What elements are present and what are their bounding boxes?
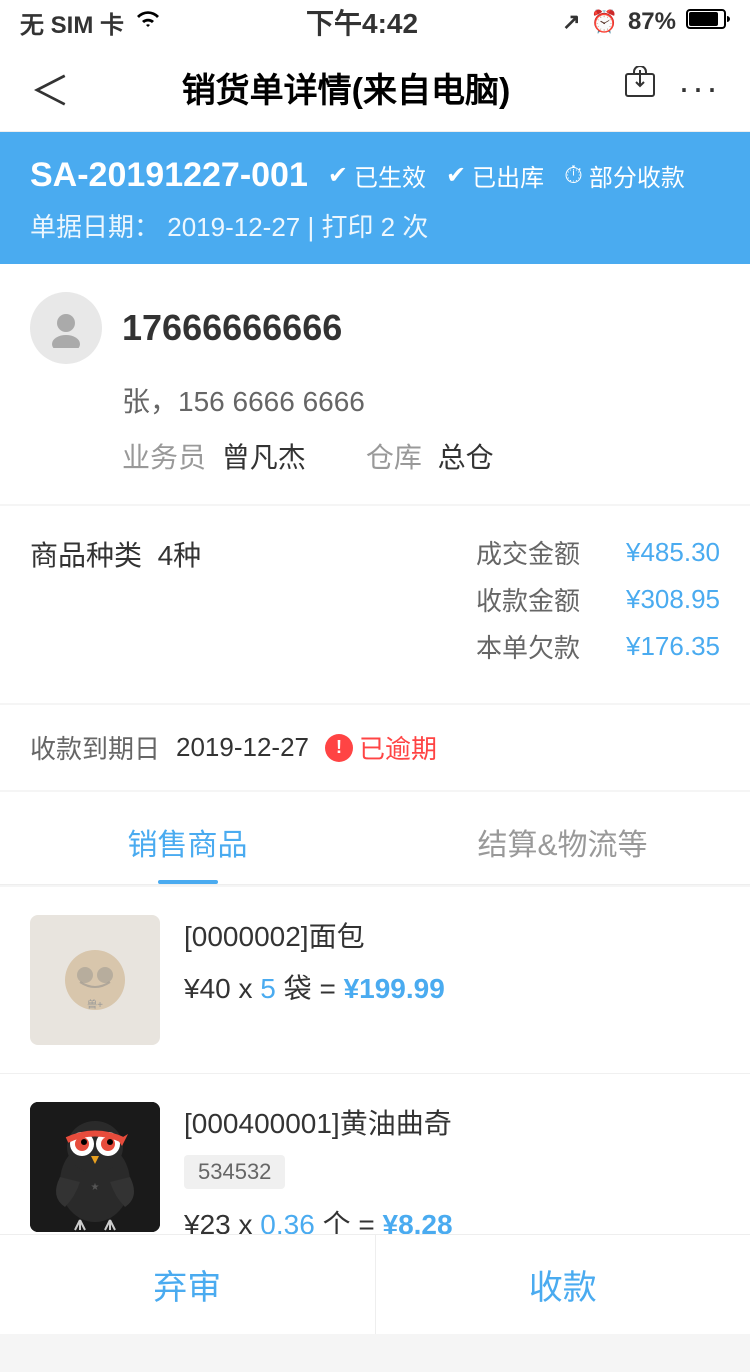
overdue-text: 已逾期 (359, 729, 437, 766)
order-header: SA-20191227-001 ✔ 已生效 ✔ 已出库 ⏱ 部分收款 单据日期：… (0, 132, 750, 264)
sales-person: 曾凡杰 (222, 442, 306, 473)
received-row: 收款金额 ¥308.95 (476, 581, 720, 618)
product-item: 兽+ [0000002]面包 ¥40 x 5 袋 = ¥199.99 (0, 887, 750, 1074)
warehouse-value: 总仓 (438, 442, 494, 473)
sales-info: 业务员 曾凡杰 (122, 436, 306, 476)
received-label: 收款金额 (476, 581, 580, 618)
badge-partial-payment: ⏱ 部分收款 (564, 158, 685, 193)
product-qty-1: 5 (260, 973, 276, 1004)
due-date-label: 收款到期日 (30, 729, 160, 766)
bottom-bar: 弃审 收款 (0, 1234, 750, 1334)
share-icon[interactable] (622, 66, 658, 110)
badge-shipped: ✔ 已出库 (446, 158, 544, 193)
tab-settlement[interactable]: 结算&物流等 (375, 792, 750, 884)
financial-stats: 成交金额 ¥485.30 收款金额 ¥308.95 本单欠款 ¥176.35 (476, 534, 720, 675)
stats-section: 商品种类 4种 成交金额 ¥485.30 收款金额 ¥308.95 本单欠款 ¥… (0, 506, 750, 703)
alarm-icon: ⏰ (591, 9, 618, 35)
status-left: 无 SIM 卡 (20, 5, 162, 40)
product-name-1: [0000002]面包 (184, 915, 720, 955)
tabs-section: 销售商品 结算&物流等 (0, 792, 750, 885)
product-name-2: [000400001]黄油曲奇 (184, 1102, 720, 1142)
trading-amount-label: 成交金额 (476, 534, 580, 571)
confirm-payment-button[interactable]: 收款 (376, 1235, 750, 1334)
due-date-value: 2019-12-27 (176, 732, 309, 763)
order-id-row: SA-20191227-001 ✔ 已生效 ✔ 已出库 ⏱ 部分收款 (30, 156, 720, 195)
svg-text:★: ★ (91, 1182, 100, 1193)
product-type-label: 商品种类 (30, 540, 142, 571)
debt-value: ¥176.35 (600, 631, 720, 662)
product-type-value: 4种 (158, 540, 202, 571)
product-thumbnail-2: ★ (30, 1102, 160, 1232)
received-value: ¥308.95 (600, 584, 720, 615)
order-date-row: 单据日期： 2019-12-27 | 打印 2 次 (30, 207, 720, 244)
cancel-review-button[interactable]: 弃审 (0, 1235, 376, 1334)
status-right: ↗ ⏰ 87% (562, 8, 730, 37)
back-button[interactable]: ＜ (30, 59, 70, 117)
carrier-text: 无 SIM 卡 (20, 5, 124, 40)
overdue-badge: ! 已逾期 (325, 729, 437, 766)
check-icon-1: ✔ (328, 161, 348, 190)
customer-phone: 17666666666 (122, 307, 342, 349)
warehouse-label: 仓库 (366, 442, 422, 473)
product-tag-2: 534532 (184, 1155, 285, 1189)
product-total-1: ¥199.99 (344, 973, 445, 1004)
nav-bar: ＜ 销货单详情(来自电脑) ··· (0, 44, 750, 132)
customer-section: 17666666666 张，156 6666 6666 业务员 曾凡杰 仓库 总… (0, 264, 750, 504)
debt-label: 本单欠款 (476, 628, 580, 665)
clock-icon: ⏱ (564, 162, 583, 190)
product-type: 商品种类 4种 (30, 534, 201, 574)
location-icon: ↗ (562, 9, 580, 35)
customer-detail: 张，156 6666 6666 (30, 380, 720, 420)
battery-text: 87% (628, 8, 676, 36)
tab-products[interactable]: 销售商品 (0, 792, 375, 884)
trading-amount-value: ¥485.30 (600, 537, 720, 568)
badge-effective: ✔ 已生效 (328, 158, 426, 193)
debt-row: 本单欠款 ¥176.35 (476, 628, 720, 665)
warehouse-info: 仓库 总仓 (366, 436, 494, 476)
status-time: 下午4:42 (306, 2, 418, 42)
battery-icon (686, 8, 730, 37)
product-info-2: [000400001]黄油曲奇 534532 ¥23 x 0.36 个 = ¥8… (184, 1102, 720, 1243)
status-bar: 无 SIM 卡 下午4:42 ↗ ⏰ 87% (0, 0, 750, 44)
order-id: SA-20191227-001 (30, 156, 308, 195)
customer-meta: 业务员 曾凡杰 仓库 总仓 (30, 436, 720, 476)
nav-actions: ··· (622, 66, 720, 110)
trading-amount-row: 成交金额 ¥485.30 (476, 534, 720, 571)
more-icon[interactable]: ··· (678, 67, 720, 109)
overdue-icon: ! (325, 734, 353, 762)
product-info-1: [0000002]面包 ¥40 x 5 袋 = ¥199.99 (184, 915, 720, 1007)
product-price-1: ¥40 x 5 袋 = ¥199.99 (184, 967, 720, 1007)
svg-text:兽+: 兽+ (87, 998, 103, 1011)
avatar (30, 292, 102, 364)
product-thumbnail-1: 兽+ (30, 915, 160, 1045)
customer-row: 17666666666 (30, 292, 720, 364)
page-title: 销货单详情(来自电脑) (182, 63, 511, 112)
sales-label: 业务员 (122, 442, 206, 473)
wifi-icon (134, 8, 162, 36)
products-list: 兽+ [0000002]面包 ¥40 x 5 袋 = ¥199.99 (0, 887, 750, 1272)
check-icon-2: ✔ (446, 161, 466, 190)
due-date-section: 收款到期日 2019-12-27 ! 已逾期 (0, 705, 750, 790)
